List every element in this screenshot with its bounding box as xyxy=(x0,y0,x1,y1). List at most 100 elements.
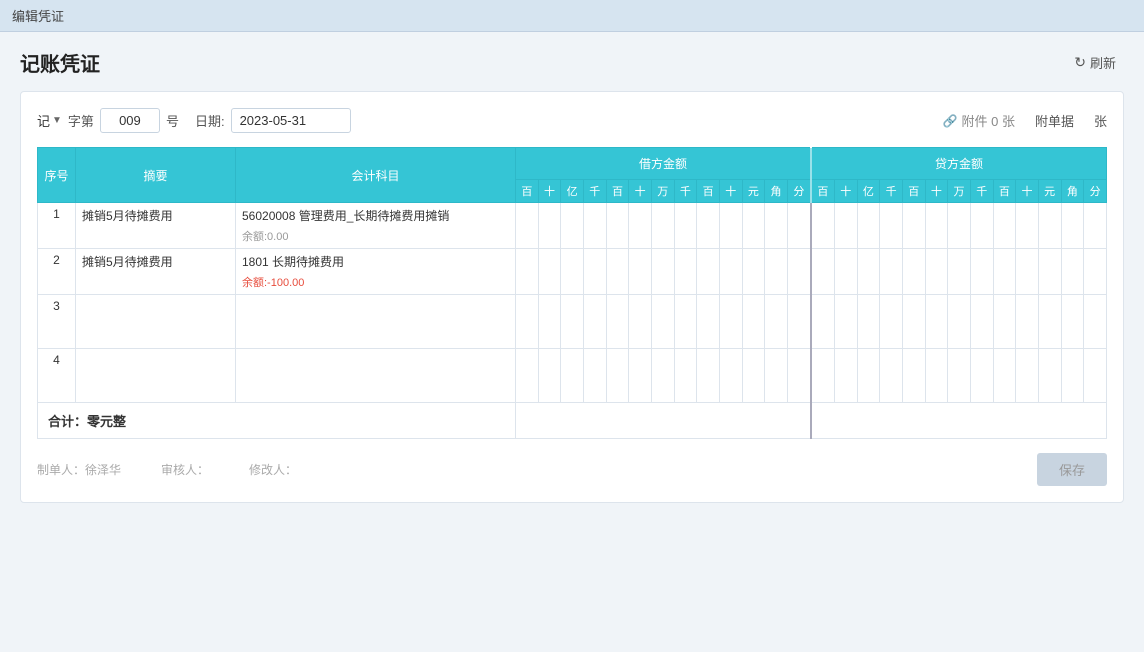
cell-d11-4[interactable] xyxy=(742,349,765,403)
cell-c7-1[interactable] xyxy=(948,203,971,249)
cell-c13-4[interactable] xyxy=(1084,349,1107,403)
cell-d3-2[interactable] xyxy=(561,249,584,295)
cell-c13-2[interactable] xyxy=(1084,249,1107,295)
cell-d8-2[interactable] xyxy=(674,249,697,295)
cell-d11-3[interactable] xyxy=(742,295,765,349)
cell-c1-3[interactable] xyxy=(811,295,835,349)
cell-c2-3[interactable] xyxy=(834,295,857,349)
cell-d5-4[interactable] xyxy=(606,349,629,403)
row-summary-4[interactable] xyxy=(76,349,236,403)
cell-d1-1[interactable] xyxy=(516,203,539,249)
cell-d2-1[interactable] xyxy=(538,203,561,249)
cell-d3-1[interactable] xyxy=(561,203,584,249)
row-account-3[interactable] xyxy=(236,295,516,349)
cell-c11-2[interactable] xyxy=(1038,249,1061,295)
cell-d6-1[interactable] xyxy=(629,203,652,249)
cell-c6-3[interactable] xyxy=(925,295,948,349)
cell-d8-1[interactable] xyxy=(674,203,697,249)
cell-c10-1[interactable] xyxy=(1016,203,1039,249)
cell-c12-1[interactable] xyxy=(1061,203,1084,249)
cell-c9-3[interactable] xyxy=(993,295,1016,349)
cell-d9-1[interactable] xyxy=(697,203,720,249)
cell-d12-3[interactable] xyxy=(765,295,788,349)
row-summary-2[interactable]: 摊销5月待摊费用 xyxy=(76,249,236,295)
cell-c7-4[interactable] xyxy=(948,349,971,403)
cell-c13-3[interactable] xyxy=(1084,295,1107,349)
cell-d13-2[interactable] xyxy=(787,249,811,295)
cell-d1-3[interactable] xyxy=(516,295,539,349)
cell-d12-2[interactable] xyxy=(765,249,788,295)
cell-c4-4[interactable] xyxy=(880,349,903,403)
cell-c11-3[interactable] xyxy=(1038,295,1061,349)
cell-d10-2[interactable] xyxy=(719,249,742,295)
cell-c2-4[interactable] xyxy=(834,349,857,403)
cell-c1-2[interactable] xyxy=(811,249,835,295)
cell-d7-4[interactable] xyxy=(651,349,674,403)
date-input[interactable] xyxy=(231,108,351,133)
cell-c1-4[interactable] xyxy=(811,349,835,403)
cell-c6-1[interactable] xyxy=(925,203,948,249)
cell-c10-2[interactable] xyxy=(1016,249,1039,295)
cell-d7-1[interactable] xyxy=(651,203,674,249)
cell-c9-4[interactable] xyxy=(993,349,1016,403)
cell-c4-1[interactable] xyxy=(880,203,903,249)
cell-c12-2[interactable] xyxy=(1061,249,1084,295)
cell-d13-3[interactable] xyxy=(787,295,811,349)
cell-c8-2[interactable] xyxy=(970,249,993,295)
cell-c4-2[interactable] xyxy=(880,249,903,295)
cell-d2-2[interactable] xyxy=(538,249,561,295)
slip-button[interactable]: 附单据 xyxy=(1035,111,1074,130)
cell-c3-3[interactable] xyxy=(857,295,880,349)
cell-c3-2[interactable] xyxy=(857,249,880,295)
row-summary-3[interactable] xyxy=(76,295,236,349)
cell-d3-4[interactable] xyxy=(561,349,584,403)
cell-d8-3[interactable] xyxy=(674,295,697,349)
attachment-link[interactable]: 🔗 附件 0 张 xyxy=(943,111,1015,130)
cell-d4-3[interactable] xyxy=(583,295,606,349)
cell-c12-4[interactable] xyxy=(1061,349,1084,403)
cell-c6-4[interactable] xyxy=(925,349,948,403)
cell-d11-1[interactable] xyxy=(742,203,765,249)
cell-d9-4[interactable] xyxy=(697,349,720,403)
cell-c11-1[interactable] xyxy=(1038,203,1061,249)
cell-c5-2[interactable] xyxy=(902,249,925,295)
cell-d6-4[interactable] xyxy=(629,349,652,403)
cell-c13-1[interactable] xyxy=(1084,203,1107,249)
row-summary-1[interactable]: 摊销5月待摊费用 xyxy=(76,203,236,249)
cell-d9-3[interactable] xyxy=(697,295,720,349)
cell-d4-2[interactable] xyxy=(583,249,606,295)
cell-c5-3[interactable] xyxy=(902,295,925,349)
voucher-type-select[interactable]: 记 ▼ xyxy=(37,111,62,130)
cell-c7-3[interactable] xyxy=(948,295,971,349)
cell-c8-1[interactable] xyxy=(970,203,993,249)
cell-c3-1[interactable] xyxy=(857,203,880,249)
cell-c3-4[interactable] xyxy=(857,349,880,403)
save-button[interactable]: 保存 xyxy=(1037,453,1107,486)
cell-d5-1[interactable] xyxy=(606,203,629,249)
cell-d6-2[interactable] xyxy=(629,249,652,295)
cell-c5-4[interactable] xyxy=(902,349,925,403)
cell-d6-3[interactable] xyxy=(629,295,652,349)
cell-c1-1[interactable] xyxy=(811,203,835,249)
cell-d12-1[interactable] xyxy=(765,203,788,249)
cell-d7-3[interactable] xyxy=(651,295,674,349)
cell-d2-4[interactable] xyxy=(538,349,561,403)
cell-c4-3[interactable] xyxy=(880,295,903,349)
cell-c7-2[interactable] xyxy=(948,249,971,295)
cell-d13-1[interactable] xyxy=(787,203,811,249)
cell-d5-3[interactable] xyxy=(606,295,629,349)
cell-d1-4[interactable] xyxy=(516,349,539,403)
cell-d2-3[interactable] xyxy=(538,295,561,349)
cell-d10-4[interactable] xyxy=(719,349,742,403)
cell-c9-2[interactable] xyxy=(993,249,1016,295)
cell-d5-2[interactable] xyxy=(606,249,629,295)
cell-c11-4[interactable] xyxy=(1038,349,1061,403)
cell-c10-3[interactable] xyxy=(1016,295,1039,349)
cell-d4-4[interactable] xyxy=(583,349,606,403)
cell-c8-4[interactable] xyxy=(970,349,993,403)
cell-d8-4[interactable] xyxy=(674,349,697,403)
cell-d11-2[interactable] xyxy=(742,249,765,295)
voucher-number-input[interactable] xyxy=(100,108,160,133)
cell-d9-2[interactable] xyxy=(697,249,720,295)
cell-d10-1[interactable] xyxy=(719,203,742,249)
